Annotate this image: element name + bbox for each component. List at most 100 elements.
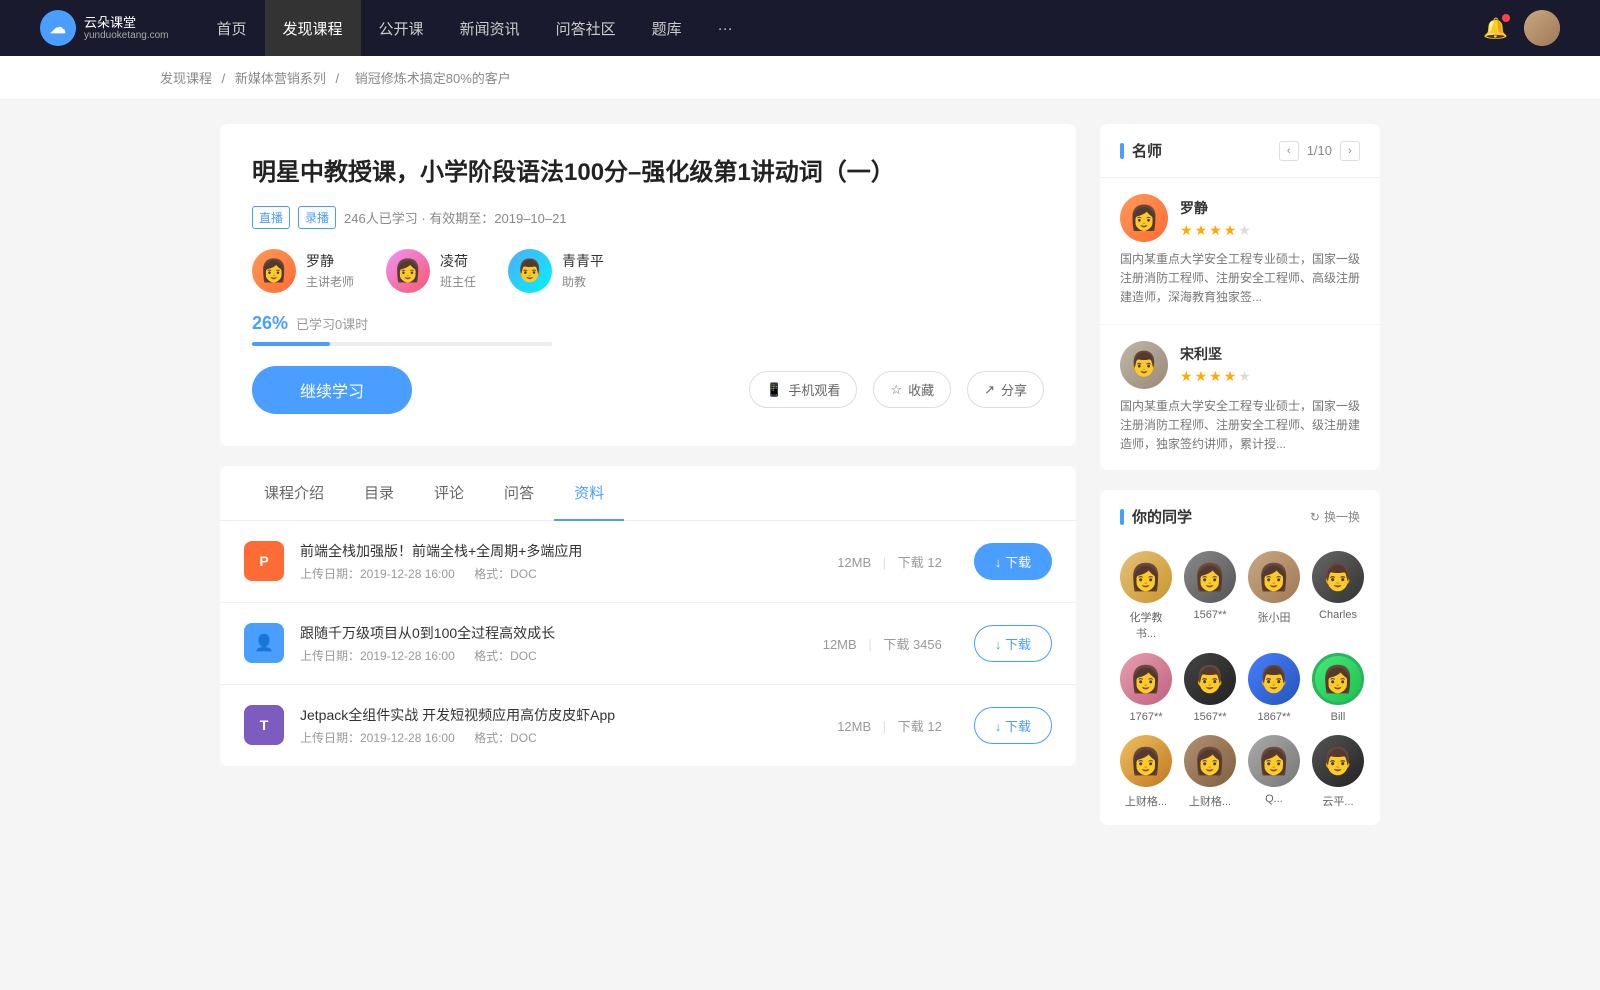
- resource-title-1: 跟随千万级项目从0到100全过程高效成长: [300, 623, 807, 643]
- download-button-0[interactable]: ↓ 下载: [974, 543, 1052, 580]
- teacher-role-1: 班主任: [440, 273, 476, 290]
- next-page-button[interactable]: ›: [1340, 141, 1360, 161]
- classmate-name-9: 上财格...: [1189, 793, 1231, 809]
- course-teachers: 👩 罗静 主讲老师 👩 凌荷 班主任: [252, 249, 1044, 293]
- continue-learning-button[interactable]: 继续学习: [252, 366, 412, 414]
- breadcrumb-link-2[interactable]: 新媒体营销系列: [235, 71, 326, 86]
- resource-title-2: Jetpack全组件实战 开发短视频应用高仿皮皮虾App: [300, 705, 821, 725]
- course-actions: 继续学习 📱 手机观看 ☆ 收藏 ↗ 分享: [252, 366, 1044, 414]
- breadcrumb: 发现课程 / 新媒体营销系列 / 销冠修炼术搞定80%的客户: [0, 56, 1600, 100]
- tab-intro[interactable]: 课程介绍: [244, 466, 344, 521]
- classmate-name-5: 1567**: [1193, 711, 1226, 723]
- classmate-2: 👩 张小田: [1248, 551, 1300, 641]
- classmate-avatar-4: 👩: [1120, 653, 1172, 705]
- teacher-info-0: 罗静 主讲老师: [306, 251, 354, 290]
- classmate-8: 👩 上财格...: [1120, 735, 1172, 809]
- teacher-name-0: 罗静: [306, 251, 354, 271]
- classmate-6: 👨 1867**: [1248, 653, 1300, 723]
- mobile-icon: 📱: [766, 382, 782, 398]
- nav-item-open[interactable]: 公开课: [361, 0, 442, 56]
- tab-review[interactable]: 评论: [414, 466, 484, 521]
- right-sidebar: 名师 ‹ 1/10 › 👩 罗静 ★: [1100, 124, 1380, 845]
- classmate-7: 👩 Bill: [1312, 653, 1364, 723]
- download-button-1[interactable]: ↓ 下载: [974, 625, 1052, 662]
- classmates-title: 你的同学: [1120, 506, 1192, 527]
- nav-item-exam[interactable]: 题库: [634, 0, 700, 56]
- teacher-info-2: 青青平 助教: [562, 251, 604, 290]
- sidebar-teacher-avatar-0: 👩: [1120, 194, 1168, 242]
- classmate-name-3: Charles: [1319, 609, 1357, 621]
- progress-section: 26% 已学习0课时: [252, 313, 1044, 346]
- classmate-10: 👩 Q...: [1248, 735, 1300, 809]
- resource-stats-0: 12MB | 下载 12: [837, 552, 942, 571]
- classmate-0: 👩 化学教书...: [1120, 551, 1172, 641]
- main-content: 明星中教授课，小学阶段语法100分–强化级第1讲动词（一） 直播 录播 246人…: [160, 100, 1440, 869]
- classmate-name-7: Bill: [1331, 711, 1346, 723]
- teachers-card: 名师 ‹ 1/10 › 👩 罗静 ★: [1100, 124, 1380, 470]
- tab-resources[interactable]: 资料: [554, 466, 624, 521]
- tab-qa[interactable]: 问答: [484, 466, 554, 521]
- notification-bell[interactable]: 🔔: [1483, 16, 1508, 41]
- resource-icon-1: 👤: [244, 623, 284, 663]
- sidebar-teacher-info-0: 罗静 ★ ★ ★ ★ ★: [1180, 198, 1251, 239]
- logo[interactable]: ☁ 云朵课堂 yunduoketang.com: [40, 10, 169, 46]
- resource-icon-0: P: [244, 541, 284, 581]
- download-button-2[interactable]: ↓ 下载: [974, 707, 1052, 744]
- teachers-card-header: 名师 ‹ 1/10 ›: [1100, 124, 1380, 178]
- resource-info-2: Jetpack全组件实战 开发短视频应用高仿皮皮虾App 上传日期：2019-1…: [300, 705, 821, 746]
- refresh-icon: ↻: [1310, 510, 1320, 524]
- classmate-avatar-11: 👨: [1312, 735, 1364, 787]
- teacher-avatar-2: 👨: [508, 249, 552, 293]
- course-tabs: 课程介绍 目录 评论 问答 资料: [220, 466, 1076, 521]
- progress-bar-fill: [252, 342, 330, 346]
- logo-icon: ☁: [40, 10, 76, 46]
- breadcrumb-link-1[interactable]: 发现课程: [160, 71, 212, 86]
- course-header-card: 明星中教授课，小学阶段语法100分–强化级第1讲动词（一） 直播 录播 246人…: [220, 124, 1076, 446]
- classmate-avatar-0: 👩: [1120, 551, 1172, 603]
- classmate-name-2: 张小田: [1258, 609, 1291, 625]
- refresh-classmates-button[interactable]: ↻ 换一换: [1310, 508, 1360, 525]
- sidebar-teacher-name-0: 罗静: [1180, 198, 1251, 218]
- teacher-role-0: 主讲老师: [306, 273, 354, 290]
- nav-item-discover[interactable]: 发现课程: [265, 0, 361, 56]
- left-panel: 明星中教授课，小学阶段语法100分–强化级第1讲动词（一） 直播 录播 246人…: [220, 124, 1076, 845]
- classmate-name-1: 1567**: [1193, 609, 1226, 621]
- resource-info-1: 跟随千万级项目从0到100全过程高效成长 上传日期：2019-12-28 16:…: [300, 623, 807, 664]
- teacher-role-2: 助教: [562, 273, 604, 290]
- classmate-name-8: 上财格...: [1125, 793, 1167, 809]
- teacher-avatar-1: 👩: [386, 249, 430, 293]
- teacher-item-2: 👨 青青平 助教: [508, 249, 604, 293]
- resource-item-0: P 前端全栈加强版！前端全栈+全周期+多端应用 上传日期：2019-12-28 …: [220, 521, 1076, 603]
- resources-list: P 前端全栈加强版！前端全栈+全周期+多端应用 上传日期：2019-12-28 …: [220, 521, 1076, 766]
- nav-item-home[interactable]: 首页: [199, 0, 265, 56]
- user-avatar[interactable]: [1524, 10, 1560, 46]
- resource-item-1: 👤 跟随千万级项目从0到100全过程高效成长 上传日期：2019-12-28 1…: [220, 603, 1076, 685]
- course-meta: 246人已学习 · 有效期至：2019–10–21: [344, 208, 567, 227]
- collect-button[interactable]: ☆ 收藏: [873, 371, 951, 408]
- sidebar-teacher-info-1: 宋利坚 ★ ★ ★ ★ ★: [1180, 344, 1251, 385]
- classmates-header: 你的同学 ↻ 换一换: [1100, 490, 1380, 543]
- mobile-watch-button[interactable]: 📱 手机观看: [749, 371, 857, 408]
- classmate-name-11: 云平...: [1322, 793, 1353, 809]
- teacher-item-1: 👩 凌荷 班主任: [386, 249, 476, 293]
- nav-item-more[interactable]: ···: [700, 0, 751, 56]
- teacher-pagination: ‹ 1/10 ›: [1279, 141, 1360, 161]
- classmates-grid: 👩 化学教书... 👩 1567** 👩 张小田: [1100, 543, 1380, 825]
- classmate-avatar-3: 👨: [1312, 551, 1364, 603]
- resource-title-0: 前端全栈加强版！前端全栈+全周期+多端应用: [300, 541, 821, 561]
- share-button[interactable]: ↗ 分享: [967, 371, 1044, 408]
- classmate-name-4: 1767**: [1129, 711, 1162, 723]
- classmate-name-10: Q...: [1265, 793, 1283, 805]
- progress-percent: 26%: [252, 313, 288, 334]
- sidebar-teacher-stars-1: ★ ★ ★ ★ ★: [1180, 368, 1251, 385]
- classmate-avatar-7: 👩: [1312, 653, 1364, 705]
- classmates-card: 你的同学 ↻ 换一换 👩 化学教书... 👩: [1100, 490, 1380, 825]
- nav-item-qa[interactable]: 问答社区: [538, 0, 634, 56]
- classmate-avatar-2: 👩: [1248, 551, 1300, 603]
- prev-page-button[interactable]: ‹: [1279, 141, 1299, 161]
- resource-stats-2: 12MB | 下载 12: [837, 716, 942, 735]
- title-bar: [1120, 143, 1124, 159]
- navbar: ☁ 云朵课堂 yunduoketang.com 首页 发现课程 公开课 新闻资讯…: [0, 0, 1600, 56]
- nav-item-news[interactable]: 新闻资讯: [442, 0, 538, 56]
- tab-catalog[interactable]: 目录: [344, 466, 414, 521]
